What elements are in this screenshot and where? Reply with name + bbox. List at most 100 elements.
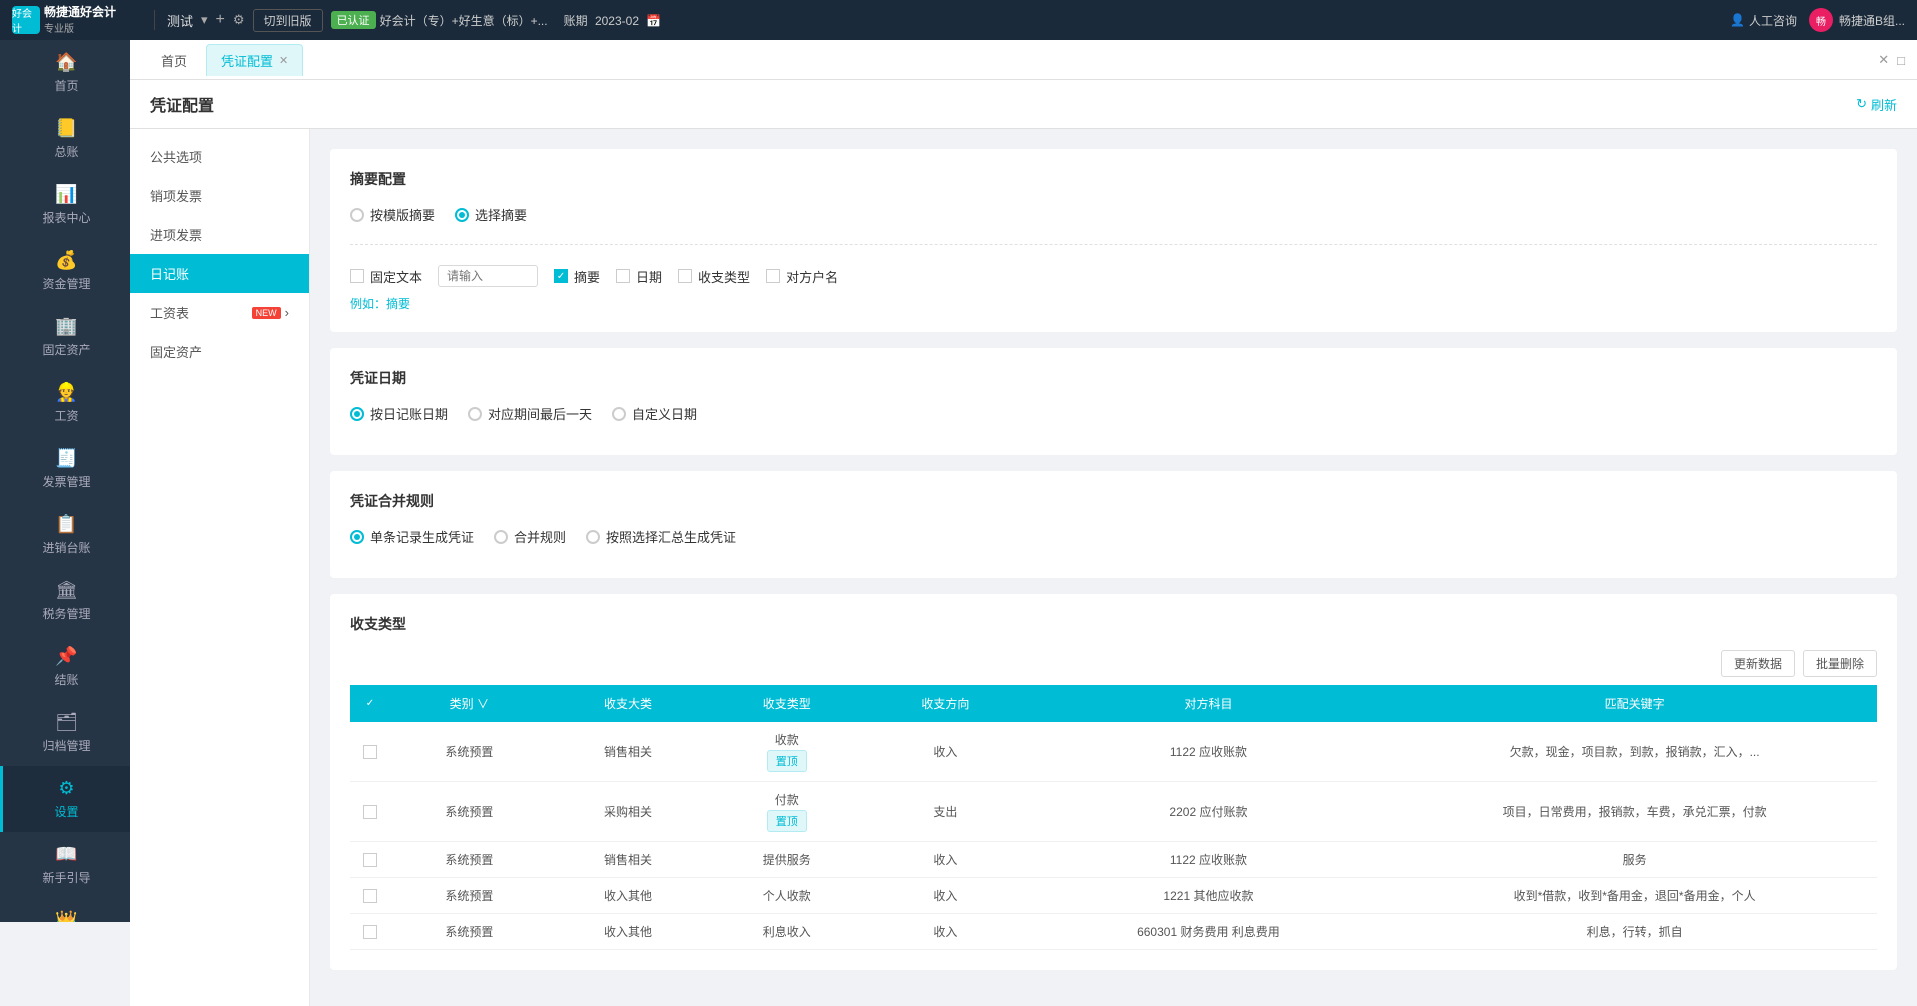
radio-summary-generate[interactable]: 按照选择汇总生成凭证	[586, 527, 736, 546]
radio-journal-date[interactable]: 按日记账日期	[350, 404, 448, 423]
certified-label: 已认证	[331, 11, 376, 29]
right-content-area: 摘要配置 按模版摘要 选择摘要 固定文本	[310, 129, 1917, 1006]
sidebar-item-ledger[interactable]: 📒 总账	[0, 106, 130, 172]
new-badge: NEW	[252, 307, 281, 319]
company-dropdown-icon[interactable]: ▾	[201, 12, 208, 28]
left-nav-fixed-assets[interactable]: 固定资产	[130, 332, 309, 371]
switch-version-button[interactable]: 切到旧版	[253, 9, 323, 32]
th-direction: 收支方向	[866, 685, 1025, 722]
row1-checkbox-cell[interactable]	[350, 782, 390, 842]
row0-direction: 收入	[866, 722, 1025, 782]
row4-checkbox[interactable]	[363, 925, 377, 939]
checkbox-summary[interactable]: ✓ 摘要	[554, 267, 600, 286]
radio-custom-date[interactable]: 自定义日期	[612, 404, 697, 423]
fixed-text-input[interactable]	[438, 265, 538, 287]
radio-select-summary[interactable]: 选择摘要	[455, 205, 527, 224]
row4-keywords: 利息，行转，抓自	[1392, 914, 1877, 950]
sidebar-item-reports[interactable]: 📊 报表中心	[0, 172, 130, 238]
row3-category: 系统预置	[390, 878, 549, 914]
row4-major: 收入其他	[549, 914, 708, 950]
add-button[interactable]: +	[216, 11, 225, 29]
tab-close-icon[interactable]: ✕	[279, 54, 288, 67]
summary-config-title: 摘要配置	[350, 169, 1877, 189]
sidebar-item-guide[interactable]: 📖 新手引导	[0, 832, 130, 898]
radio-period-last-day-label: 对应期间最后一天	[488, 404, 592, 423]
sidebar-item-assets[interactable]: 🏢 固定资产	[0, 304, 130, 370]
update-data-button[interactable]: 更新数据	[1721, 650, 1795, 677]
assets-icon: 🏢	[55, 316, 77, 337]
sidebar-item-funds-label: 资金管理	[42, 275, 90, 292]
checkbox-expense-type-label: 收支类型	[698, 267, 750, 286]
th-major: 收支大类	[549, 685, 708, 722]
row2-account: 1122 应收账款	[1025, 842, 1392, 878]
window-close-icon[interactable]: ✕	[1878, 52, 1889, 68]
sidebar-item-guide-label: 新手引导	[42, 869, 90, 886]
window-maximize-icon[interactable]: □	[1897, 53, 1905, 68]
sidebar-item-member[interactable]: 👑 畅会员	[0, 898, 130, 922]
sidebar-item-funds[interactable]: 💰 资金管理	[0, 238, 130, 304]
radio-template-label: 按模版摘要	[370, 205, 435, 224]
merge-rules-section: 凭证合并规则 单条记录生成凭证 合并规则 按照选择汇总生成凭证	[330, 471, 1897, 578]
row3-keywords: 收到*借款，收到*备用金，退回*备用金，个人	[1392, 878, 1877, 914]
tab-voucher-config[interactable]: 凭证配置 ✕	[206, 44, 303, 76]
radio-template-summary[interactable]: 按模版摘要	[350, 205, 435, 224]
table-toolbar: 更新数据 批量删除	[350, 650, 1877, 677]
tab-voucher-config-label: 凭证配置	[221, 51, 273, 70]
sidebar-item-settings[interactable]: ⚙ 设置	[0, 766, 130, 832]
radio-period-last-day[interactable]: 对应期间最后一天	[468, 404, 592, 423]
sidebar-item-sales-ledger[interactable]: 📋 进销台账	[0, 502, 130, 568]
page-title: 凭证配置	[150, 92, 214, 116]
row4-checkbox-cell[interactable]	[350, 914, 390, 950]
row3-account: 1221 其他应收款	[1025, 878, 1392, 914]
archive-icon: 🗂	[55, 712, 78, 733]
sidebar-item-home[interactable]: 🏠 首页	[0, 40, 130, 106]
batch-delete-button[interactable]: 批量删除	[1803, 650, 1877, 677]
select-all-checkbox[interactable]: ✓	[363, 697, 377, 711]
top-tag-0[interactable]: 置顶	[767, 750, 807, 772]
row0-major: 销售相关	[549, 722, 708, 782]
row2-major: 销售相关	[549, 842, 708, 878]
row0-checkbox-cell[interactable]	[350, 722, 390, 782]
left-nav-journal[interactable]: 日记账	[130, 254, 309, 293]
checkbox-fixed-text[interactable]: 固定文本	[350, 267, 422, 286]
left-nav-purchase-invoice-label: 进项发票	[150, 225, 202, 244]
checkbox-expense-type[interactable]: 收支类型	[678, 267, 750, 286]
checkbox-date[interactable]: 日期	[616, 267, 662, 286]
divider-1	[154, 10, 155, 30]
left-nav-purchase-invoice[interactable]: 进项发票	[130, 215, 309, 254]
row0-checkbox[interactable]	[363, 745, 377, 759]
sidebar-item-salary[interactable]: 👷 工资	[0, 370, 130, 436]
row2-checkbox-cell[interactable]	[350, 842, 390, 878]
th-select-all[interactable]: ✓	[350, 685, 390, 722]
top-tag-1[interactable]: 置顶	[767, 810, 807, 832]
calendar-icon[interactable]: 📅	[646, 14, 661, 28]
row3-checkbox[interactable]	[363, 889, 377, 903]
left-nav: 公共选项 销项发票 进项发票 日记账 工资表 NEW › 固定资产	[130, 129, 310, 1006]
service-button[interactable]: 👤 人工咨询	[1730, 12, 1797, 29]
left-nav-payroll[interactable]: 工资表 NEW ›	[130, 293, 309, 332]
left-nav-public[interactable]: 公共选项	[130, 137, 309, 176]
sidebar-item-invoices[interactable]: 🧾 发票管理	[0, 436, 130, 502]
row2-checkbox[interactable]	[363, 853, 377, 867]
settings-icon[interactable]: ⚙	[233, 12, 245, 28]
radio-single-record[interactable]: 单条记录生成凭证	[350, 527, 474, 546]
row1-checkbox[interactable]	[363, 805, 377, 819]
radio-merge-rules[interactable]: 合并规则	[494, 527, 566, 546]
sidebar-item-close-account[interactable]: 📌 结账	[0, 634, 130, 700]
user-menu[interactable]: 畅 畅捷通B组...	[1809, 8, 1905, 32]
radio-journal-date-label: 按日记账日期	[370, 404, 448, 423]
row1-direction: 支出	[866, 782, 1025, 842]
checkbox-counterparty[interactable]: 对方户名	[766, 267, 838, 286]
row1-account: 2202 应付账款	[1025, 782, 1392, 842]
row0-keywords: 欠款，现金，项目款，到款，报销款，汇入，...	[1392, 722, 1877, 782]
sidebar-item-archive[interactable]: 🗂 归档管理	[0, 700, 130, 766]
row3-checkbox-cell[interactable]	[350, 878, 390, 914]
row0-category: 系统预置	[390, 722, 549, 782]
merge-radio-group: 单条记录生成凭证 合并规则 按照选择汇总生成凭证	[350, 527, 1877, 546]
left-nav-sales-invoice[interactable]: 销项发票	[130, 176, 309, 215]
sidebar-item-tax[interactable]: 🏛 税务管理	[0, 568, 130, 634]
tab-home[interactable]: 首页	[146, 44, 202, 76]
refresh-button[interactable]: ↻ 刷新	[1856, 95, 1897, 114]
income-expense-section: 收支类型 更新数据 批量删除 ✓ 类别 ∨ 收支大类 收支类型 收支方向 对方科…	[330, 594, 1897, 970]
app-edition: 专业版	[44, 20, 116, 35]
